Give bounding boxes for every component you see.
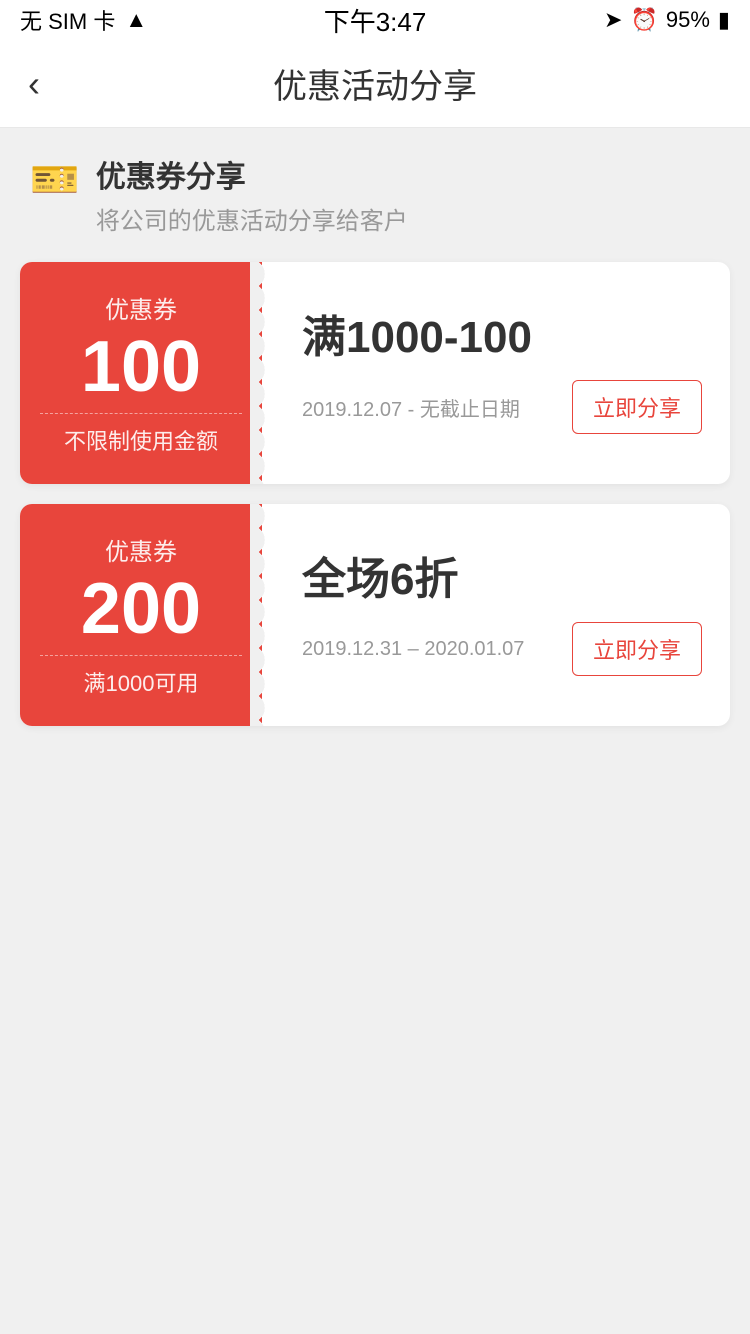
status-right: ➤ ⏰ 95% ▮ <box>604 7 730 33</box>
coupon-left-2: 优惠券 200 满1000可用 <box>20 504 262 726</box>
coupon-right-2: 全场6折 2019.12.31 – 2020.01.07 立即分享 <box>262 504 730 726</box>
coupon-card-1: 优惠券 100 不限制使用金额 满1000-100 2019.12.07 - 无… <box>20 262 730 484</box>
share-button-2[interactable]: 立即分享 <box>572 622 702 676</box>
coupon-condition-2: 满1000可用 <box>84 666 199 698</box>
status-time: 下午3:47 <box>324 2 427 39</box>
section-title: 优惠券分享 <box>96 158 408 197</box>
battery-text: 95% <box>666 7 710 33</box>
coupon-condition-1: 不限制使用金额 <box>64 424 218 456</box>
nav-bar: ‹ 优惠活动分享 <box>0 40 750 128</box>
coupon-section-icon: 🎫 <box>30 160 80 200</box>
battery-icon: ▮ <box>718 7 730 33</box>
status-bar: 无 SIM 卡 ▲ 下午3:47 ➤ ⏰ 95% ▮ <box>0 0 750 40</box>
coupon-list: 优惠券 100 不限制使用金额 满1000-100 2019.12.07 - 无… <box>0 252 750 756</box>
nav-title: 优惠活动分享 <box>273 59 477 108</box>
coupon-left-1: 优惠券 100 不限制使用金额 <box>20 262 262 484</box>
coupon-value-1: 100 <box>81 331 201 403</box>
coupon-bottom-row-2: 2019.12.31 – 2020.01.07 立即分享 <box>302 622 702 676</box>
coupon-label-1: 优惠券 <box>105 290 177 325</box>
alarm-icon: ⏰ <box>630 7 657 33</box>
section-subtitle: 将公司的优惠活动分享给客户 <box>96 201 408 236</box>
section-text: 优惠券分享 将公司的优惠活动分享给客户 <box>96 158 408 236</box>
section-header: 🎫 优惠券分享 将公司的优惠活动分享给客户 <box>0 128 750 252</box>
empty-space <box>0 756 750 1256</box>
carrier-text: 无 SIM 卡 <box>20 4 115 36</box>
share-button-1[interactable]: 立即分享 <box>572 380 702 434</box>
coupon-right-1: 满1000-100 2019.12.07 - 无截止日期 立即分享 <box>262 262 730 484</box>
location-icon: ➤ <box>604 7 622 33</box>
coupon-card-2: 优惠券 200 满1000可用 全场6折 2019.12.31 – 2020.0… <box>20 504 730 726</box>
coupon-label-2: 优惠券 <box>105 532 177 567</box>
back-button[interactable]: ‹ <box>28 66 40 102</box>
coupon-date-2: 2019.12.31 – 2020.01.07 <box>302 638 562 661</box>
status-left: 无 SIM 卡 ▲ <box>20 4 147 36</box>
coupon-bottom-row-1: 2019.12.07 - 无截止日期 立即分享 <box>302 380 702 434</box>
coupon-value-2: 200 <box>81 573 201 645</box>
wifi-icon: ▲ <box>125 7 147 33</box>
coupon-date-1: 2019.12.07 - 无截止日期 <box>302 393 562 422</box>
coupon-name-2: 全场6折 <box>302 554 702 607</box>
coupon-name-1: 满1000-100 <box>302 312 702 365</box>
